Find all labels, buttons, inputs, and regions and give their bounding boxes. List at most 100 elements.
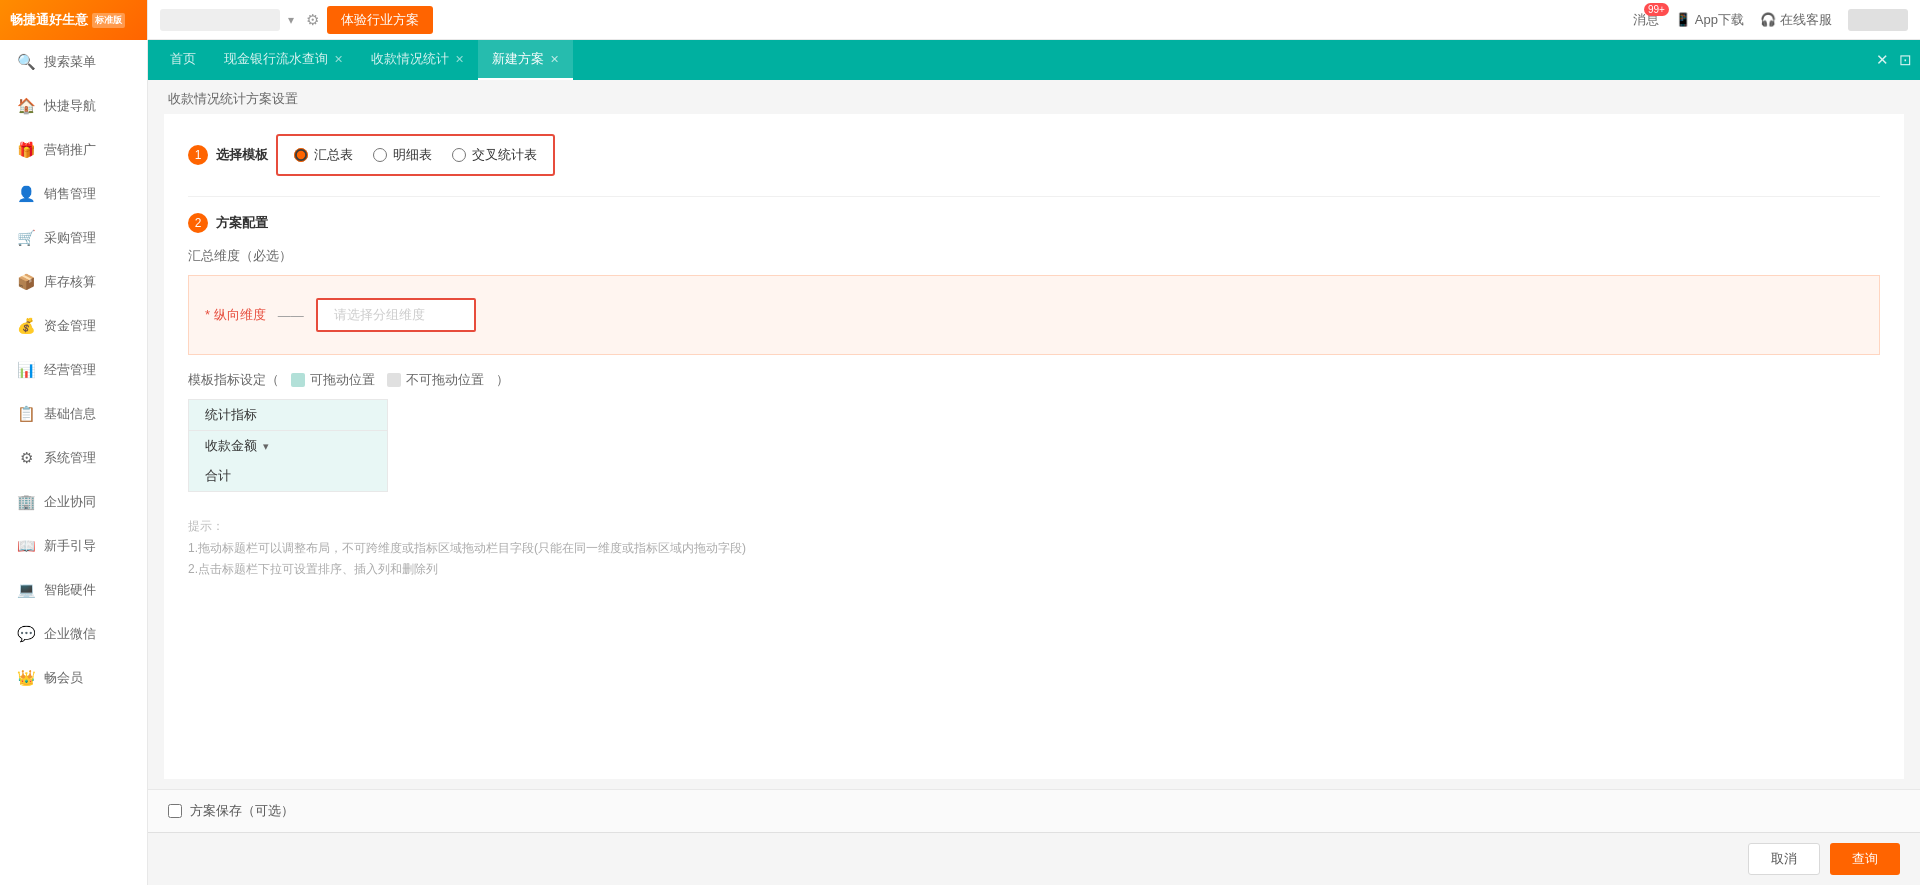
query-button[interactable]: 查询 — [1830, 843, 1900, 875]
template-radio-cross[interactable]: 交叉统计表 — [452, 146, 537, 164]
main-area: ▾ ⚙ 体验行业方案 消息 99+ 📱 App下载 🎧 在线客服 首页 现 — [148, 0, 1920, 885]
dimension-box: * 纵向维度 —— 请选择分组维度 — [188, 275, 1880, 355]
trial-button[interactable]: 体验行业方案 — [327, 6, 433, 34]
tab-receipt-stats[interactable]: 收款情况统计 ✕ — [357, 40, 478, 80]
legend-fixed: 不可拖动位置 — [387, 371, 484, 389]
sidebar-item-base-info[interactable]: 📋 基础信息 — [0, 392, 147, 436]
tab-new-plan[interactable]: 新建方案 ✕ — [478, 40, 573, 80]
metrics-table-header-row: 统计指标 — [189, 400, 387, 431]
vertical-dimension-label: * 纵向维度 — [205, 306, 266, 324]
tab-bank-flow-close[interactable]: ✕ — [334, 53, 343, 66]
settings-icon[interactable]: ⚙ — [306, 11, 319, 29]
sidebar-item-label: 快捷导航 — [44, 97, 96, 115]
sidebar-item-finance[interactable]: 💰 资金管理 — [0, 304, 147, 348]
sidebar-item-purchase[interactable]: 🛒 采购管理 — [0, 216, 147, 260]
template-radio-detail[interactable]: 明细表 — [373, 146, 432, 164]
online-service-action[interactable]: 🎧 在线客服 — [1760, 11, 1832, 29]
tab-receipt-stats-close[interactable]: ✕ — [455, 53, 464, 66]
sidebar-item-search-menu[interactable]: 🔍 搜索菜单 — [0, 40, 147, 84]
template-selection-group: 汇总表 明细表 交叉统计表 — [276, 134, 555, 176]
home-icon: 🏠 — [16, 96, 36, 116]
sidebar-item-marketing[interactable]: 🎁 营销推广 — [0, 128, 147, 172]
clipboard-icon: 📋 — [16, 404, 36, 424]
notification-count: 99+ — [1644, 3, 1669, 16]
save-checkbox[interactable] — [168, 804, 182, 818]
tab-home[interactable]: 首页 — [156, 40, 210, 80]
tab-new-plan-label: 新建方案 — [492, 50, 544, 68]
metrics-header: 模板指标设定（ 可拖动位置 不可拖动位置 ） — [188, 371, 1880, 389]
tips-section: 提示： 1.拖动标题栏可以调整布局，不可跨维度或指标区域拖动栏目字段(只能在同一… — [188, 516, 1880, 581]
sidebar-item-enterprise[interactable]: 🏢 企业协同 — [0, 480, 147, 524]
sidebar-item-quick-nav[interactable]: 🏠 快捷导航 — [0, 84, 147, 128]
sidebar-item-label: 经营管理 — [44, 361, 96, 379]
metrics-col1-sub-label: 合计 — [205, 467, 231, 485]
user-icon: 👤 — [16, 184, 36, 204]
sidebar-item-label: 基础信息 — [44, 405, 96, 423]
legend-fixed-label: 不可拖动位置 — [406, 371, 484, 389]
dimension-selector-dropdown[interactable]: 请选择分组维度 — [316, 298, 476, 332]
radio-cross-input[interactable] — [452, 148, 466, 162]
sidebar-item-member[interactable]: 👑 畅会员 — [0, 656, 147, 700]
gear-icon: ⚙ — [16, 448, 36, 468]
arrow-icon: —— — [278, 308, 304, 323]
metrics-col1-header[interactable]: 收款金额 ▾ — [189, 431, 387, 461]
tip1-text: 1.拖动标题栏可以调整布局，不可跨维度或指标区域拖动栏目字段(只能在同一维度或指… — [188, 538, 1880, 560]
tab-home-label: 首页 — [170, 50, 196, 68]
sidebar-item-label: 搜索菜单 — [44, 53, 96, 71]
sidebar-item-operations[interactable]: 📊 经营管理 — [0, 348, 147, 392]
sidebar-item-inventory[interactable]: 📦 库存核算 — [0, 260, 147, 304]
fixed-box-icon — [387, 373, 401, 387]
sidebar-item-hardware[interactable]: 💻 智能硬件 — [0, 568, 147, 612]
tab-receipt-stats-label: 收款情况统计 — [371, 50, 449, 68]
tab-bar: 首页 现金银行流水查询 ✕ 收款情况统计 ✕ 新建方案 ✕ ✕ ⊡ — [148, 40, 1920, 80]
user-avatar[interactable] — [1848, 9, 1908, 31]
app-download-action[interactable]: 📱 App下载 — [1675, 11, 1744, 29]
sidebar-item-system[interactable]: ⚙ 系统管理 — [0, 436, 147, 480]
logo-text: 畅捷通好生意 — [10, 11, 88, 29]
tip2-text: 2.点击标题栏下拉可设置排序、插入列和删除列 — [188, 559, 1880, 581]
sidebar-item-guide[interactable]: 📖 新手引导 — [0, 524, 147, 568]
step2-badge: 2 — [188, 213, 208, 233]
footer-bar: 取消 查询 — [148, 832, 1920, 885]
legend-draggable: 可拖动位置 — [291, 371, 375, 389]
maximize-icon[interactable]: ⊡ — [1899, 51, 1912, 69]
sidebar: 畅捷通好生意 标准版 🔍 搜索菜单 🏠 快捷导航 🎁 营销推广 👤 销售管理 🛒… — [0, 0, 148, 885]
search-icon: 🔍 — [16, 52, 36, 72]
dimension-placeholder: 请选择分组维度 — [334, 307, 425, 322]
service-icon: 🎧 — [1760, 12, 1776, 27]
sidebar-item-label: 系统管理 — [44, 449, 96, 467]
tab-bank-flow-label: 现金银行流水查询 — [224, 50, 328, 68]
content-area: 收款情况统计方案设置 1 选择模板 汇总表 明细表 — [148, 80, 1920, 885]
step1-badge: 1 — [188, 145, 208, 165]
step1-title: 选择模板 — [216, 146, 268, 164]
draggable-box-icon — [291, 373, 305, 387]
top-header: ▾ ⚙ 体验行业方案 消息 99+ 📱 App下载 🎧 在线客服 — [148, 0, 1920, 40]
template-radio-summary[interactable]: 汇总表 — [294, 146, 353, 164]
close-window-icon[interactable]: ✕ — [1876, 51, 1889, 69]
sidebar-item-label: 企业协同 — [44, 493, 96, 511]
metrics-col1-label: 收款金额 — [205, 437, 257, 455]
book-icon: 📖 — [16, 536, 36, 556]
step2-header: 2 方案配置 — [188, 213, 1880, 233]
sidebar-item-wechat[interactable]: 💬 企业微信 — [0, 612, 147, 656]
step2-section: 2 方案配置 汇总维度（必选） * 纵向维度 —— 请选择分组维度 — [188, 213, 1880, 581]
radio-summary-label: 汇总表 — [314, 146, 353, 164]
box-icon: 📦 — [16, 272, 36, 292]
metrics-table: 统计指标 收款金额 ▾ 合计 — [188, 399, 388, 492]
cancel-button[interactable]: 取消 — [1748, 843, 1820, 875]
radio-summary-input[interactable] — [294, 148, 308, 162]
config-section: 汇总维度（必选） * 纵向维度 —— 请选择分组维度 — [188, 247, 1880, 581]
radio-detail-input[interactable] — [373, 148, 387, 162]
money-icon: 💰 — [16, 316, 36, 336]
online-service-label: 在线客服 — [1780, 11, 1832, 29]
tab-bank-flow[interactable]: 现金银行流水查询 ✕ — [210, 40, 357, 80]
tab-new-plan-close[interactable]: ✕ — [550, 53, 559, 66]
chevron-down-icon[interactable]: ▾ — [288, 13, 294, 27]
tab-bar-actions: ✕ ⊡ — [1876, 40, 1912, 80]
notification-badge[interactable]: 消息 99+ — [1633, 11, 1659, 29]
gift-icon: 🎁 — [16, 140, 36, 160]
sidebar-item-sales[interactable]: 👤 销售管理 — [0, 172, 147, 216]
col-dropdown-icon[interactable]: ▾ — [263, 440, 269, 453]
sidebar-item-label: 库存核算 — [44, 273, 96, 291]
dimension-row: * 纵向维度 —— 请选择分组维度 — [205, 298, 1863, 332]
